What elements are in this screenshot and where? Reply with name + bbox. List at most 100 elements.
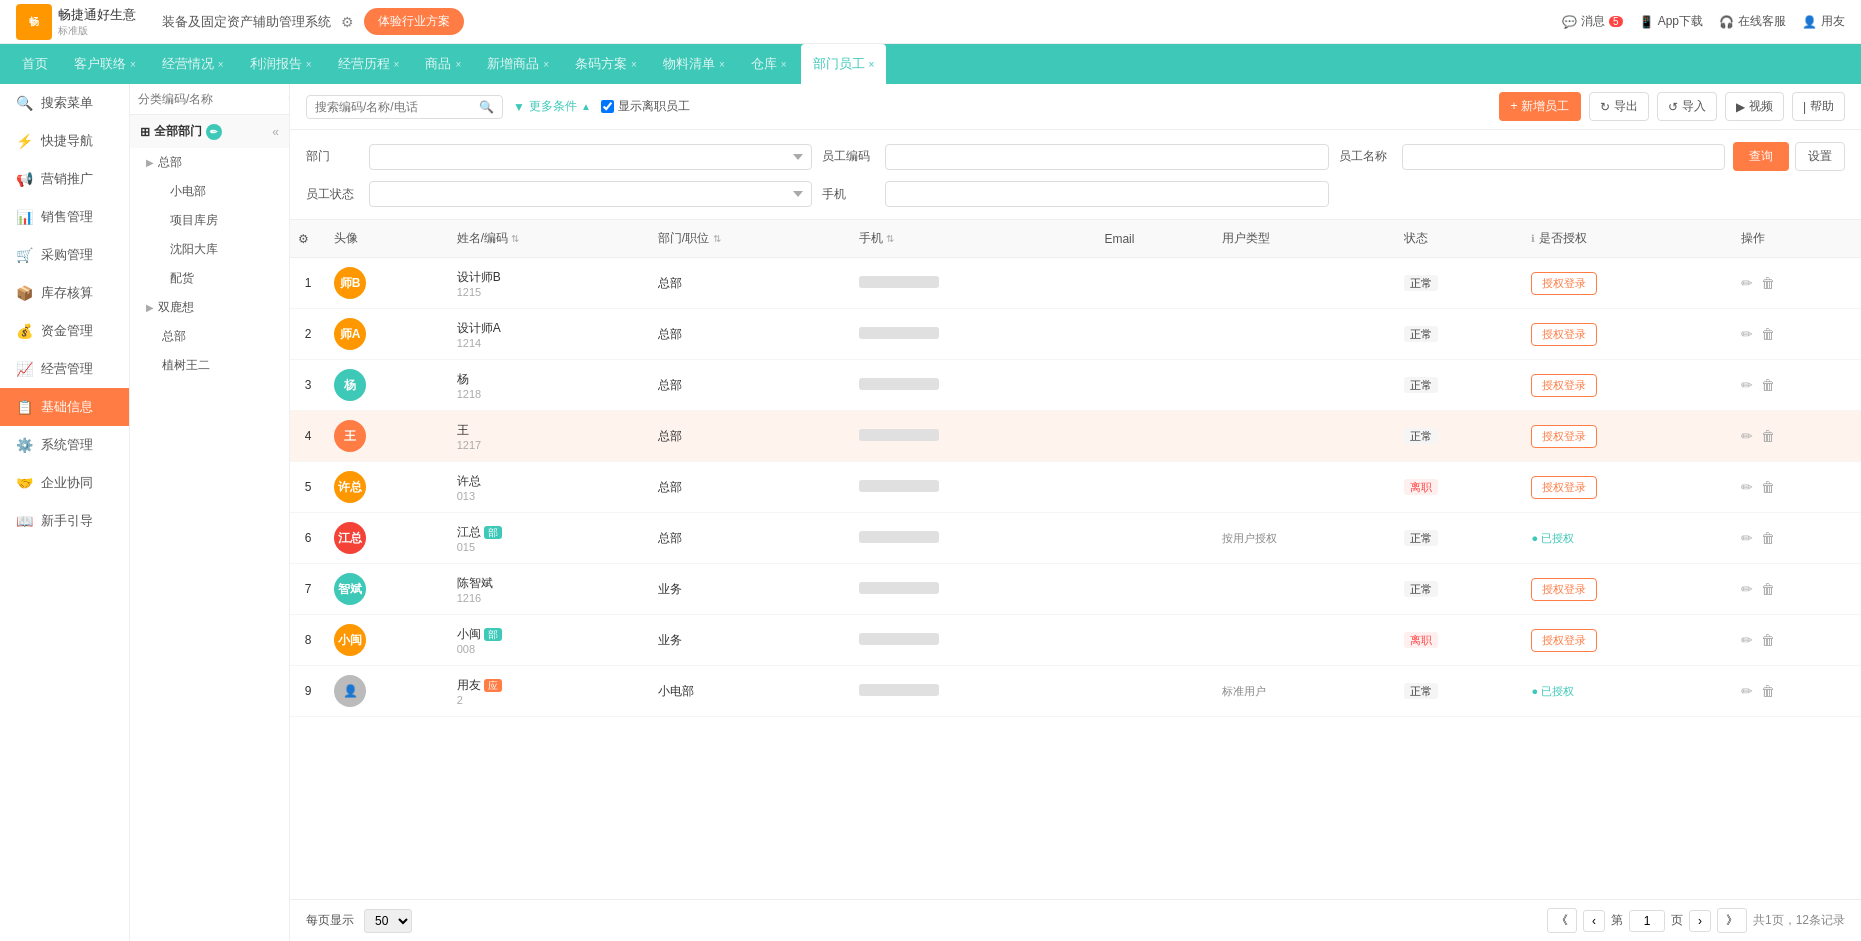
sidebar-item-新手引导[interactable]: 📖 新手引导: [0, 502, 129, 540]
nav-tab-close[interactable]: ×: [455, 59, 461, 70]
col-name[interactable]: 姓名/编码 ⇅: [449, 220, 650, 258]
sidebar-item-销售管理[interactable]: 📊 销售管理: [0, 198, 129, 236]
edit-icon[interactable]: ✏: [206, 124, 222, 140]
col-phone[interactable]: 手机 ⇅: [851, 220, 1096, 258]
sidebar-item-基础信息[interactable]: 📋 基础信息: [0, 388, 129, 426]
delete-icon[interactable]: 🗑: [1761, 530, 1775, 546]
online-service-btn[interactable]: 🎧 在线客服: [1719, 13, 1786, 30]
nav-tab-商品[interactable]: 商品×: [413, 44, 473, 84]
sidebar-item-企业协同[interactable]: 🤝 企业协同: [0, 464, 129, 502]
delete-icon[interactable]: 🗑: [1761, 428, 1775, 444]
nav-tab-物料清单[interactable]: 物料清单×: [651, 44, 737, 84]
view-btn[interactable]: ▶ 视频: [1725, 92, 1784, 121]
delete-icon[interactable]: 🗑: [1761, 632, 1775, 648]
delete-icon[interactable]: 🗑: [1761, 377, 1775, 393]
sidebar-item-快捷导航[interactable]: ⚡ 快捷导航: [0, 122, 129, 160]
emp-status-select[interactable]: [369, 181, 812, 207]
tree-node-小电部[interactable]: 小电部: [130, 177, 289, 206]
auth-btn[interactable]: 授权登录: [1531, 578, 1597, 601]
show-resigned-label[interactable]: 显示离职员工: [601, 98, 690, 115]
sidebar-item-搜索菜单[interactable]: 🔍 搜索菜单: [0, 84, 129, 122]
sidebar-item-营销推广[interactable]: 📢 营销推广: [0, 160, 129, 198]
tree-node-植树王二[interactable]: 植树王二: [130, 351, 289, 380]
prev-page-btn[interactable]: ‹: [1583, 910, 1605, 932]
tree-node-配货[interactable]: 配货: [130, 264, 289, 293]
nav-tab-利润报告[interactable]: 利润报告×: [238, 44, 324, 84]
message-btn[interactable]: 💬 消息 5: [1562, 13, 1623, 30]
filter-btn[interactable]: ▼ 更多条件 ▲: [513, 98, 591, 115]
nav-tab-close[interactable]: ×: [631, 59, 637, 70]
delete-icon[interactable]: 🗑: [1761, 683, 1775, 699]
delete-icon[interactable]: 🗑: [1761, 326, 1775, 342]
sidebar-item-经营管理[interactable]: 📈 经营管理: [0, 350, 129, 388]
collapse-icon[interactable]: «: [272, 125, 279, 139]
sidebar-item-系统管理[interactable]: ⚙️ 系统管理: [0, 426, 129, 464]
edit-icon[interactable]: ✏: [1741, 428, 1753, 444]
delete-icon[interactable]: 🗑: [1761, 479, 1775, 495]
app-download-btn[interactable]: 📱 App下载: [1639, 13, 1703, 30]
auth-btn[interactable]: 授权登录: [1531, 323, 1597, 346]
try-btn[interactable]: 体验行业方案: [364, 8, 464, 35]
auth-btn[interactable]: 授权登录: [1531, 272, 1597, 295]
nav-tab-经营情况[interactable]: 经营情况×: [150, 44, 236, 84]
nav-tab-经营历程[interactable]: 经营历程×: [326, 44, 412, 84]
dept-select[interactable]: [369, 144, 812, 170]
auth-btn[interactable]: 授权登录: [1531, 629, 1597, 652]
auth-btn[interactable]: 授权登录: [1531, 425, 1597, 448]
user-btn[interactable]: 👤 用友: [1802, 13, 1845, 30]
edit-icon[interactable]: ✏: [1741, 530, 1753, 546]
first-page-btn[interactable]: 《: [1547, 908, 1577, 933]
tree-node-总部[interactable]: 总部: [130, 322, 289, 351]
sidebar-item-库存核算[interactable]: 📦 库存核算: [0, 274, 129, 312]
nav-tab-close[interactable]: ×: [130, 59, 136, 70]
show-resigned-checkbox[interactable]: [601, 100, 614, 113]
next-page-btn[interactable]: ›: [1689, 910, 1711, 932]
delete-icon[interactable]: 🗑: [1761, 581, 1775, 597]
tree-node-双鹿想[interactable]: ▶ 双鹿想: [130, 293, 289, 322]
sidebar-item-采购管理[interactable]: 🛒 采购管理: [0, 236, 129, 274]
nav-tab-首页[interactable]: 首页: [10, 44, 60, 84]
emp-code-input[interactable]: [885, 144, 1328, 170]
phone-input[interactable]: [885, 181, 1328, 207]
nav-tab-部门员工[interactable]: 部门员工×: [801, 44, 887, 84]
search-input[interactable]: [315, 100, 475, 114]
nav-tab-close[interactable]: ×: [719, 59, 725, 70]
sidebar-item-资金管理[interactable]: 💰 资金管理: [0, 312, 129, 350]
tree-node-项目库房[interactable]: 项目库房: [130, 206, 289, 235]
nav-tab-新增商品[interactable]: 新增商品×: [475, 44, 561, 84]
export-btn[interactable]: ↻ 导出: [1589, 92, 1649, 121]
edit-icon[interactable]: ✏: [1741, 479, 1753, 495]
nav-tab-close[interactable]: ×: [543, 59, 549, 70]
nav-tab-close[interactable]: ×: [781, 59, 787, 70]
edit-icon[interactable]: ✏: [1741, 326, 1753, 342]
search-icon[interactable]: 🔍: [479, 100, 494, 114]
edit-icon[interactable]: ✏: [1741, 377, 1753, 393]
nav-tab-条码方案[interactable]: 条码方案×: [563, 44, 649, 84]
auth-btn[interactable]: 授权登录: [1531, 476, 1597, 499]
col-dept[interactable]: 部门/职位 ⇅: [650, 220, 851, 258]
edit-icon[interactable]: ✏: [1741, 275, 1753, 291]
gear-icon[interactable]: ⚙: [341, 14, 354, 30]
settings-btn[interactable]: 设置: [1795, 142, 1845, 171]
edit-icon[interactable]: ✏: [1741, 581, 1753, 597]
delete-icon[interactable]: 🗑: [1761, 275, 1775, 291]
tree-node-沈阳大库[interactable]: 沈阳大库: [130, 235, 289, 264]
nav-tab-close[interactable]: ×: [869, 59, 875, 70]
nav-tab-close[interactable]: ×: [306, 59, 312, 70]
tree-node-总部[interactable]: ▶ 总部: [130, 148, 289, 177]
search-btn[interactable]: 查询: [1733, 142, 1789, 171]
col-settings[interactable]: ⚙: [290, 220, 326, 258]
emp-name-input[interactable]: [1402, 144, 1725, 170]
import-btn[interactable]: ↺ 导入: [1657, 92, 1717, 121]
nav-tab-close[interactable]: ×: [394, 59, 400, 70]
edit-icon[interactable]: ✏: [1741, 632, 1753, 648]
nav-tab-客户联络[interactable]: 客户联络×: [62, 44, 148, 84]
page-input[interactable]: [1629, 910, 1665, 932]
help-btn[interactable]: | 帮助: [1792, 92, 1845, 121]
tree-search-input[interactable]: [138, 92, 288, 106]
nav-tab-仓库[interactable]: 仓库×: [739, 44, 799, 84]
nav-tab-close[interactable]: ×: [218, 59, 224, 70]
auth-btn[interactable]: 授权登录: [1531, 374, 1597, 397]
add-employee-btn[interactable]: + 新增员工: [1499, 92, 1581, 121]
per-page-select[interactable]: 50: [364, 909, 412, 933]
